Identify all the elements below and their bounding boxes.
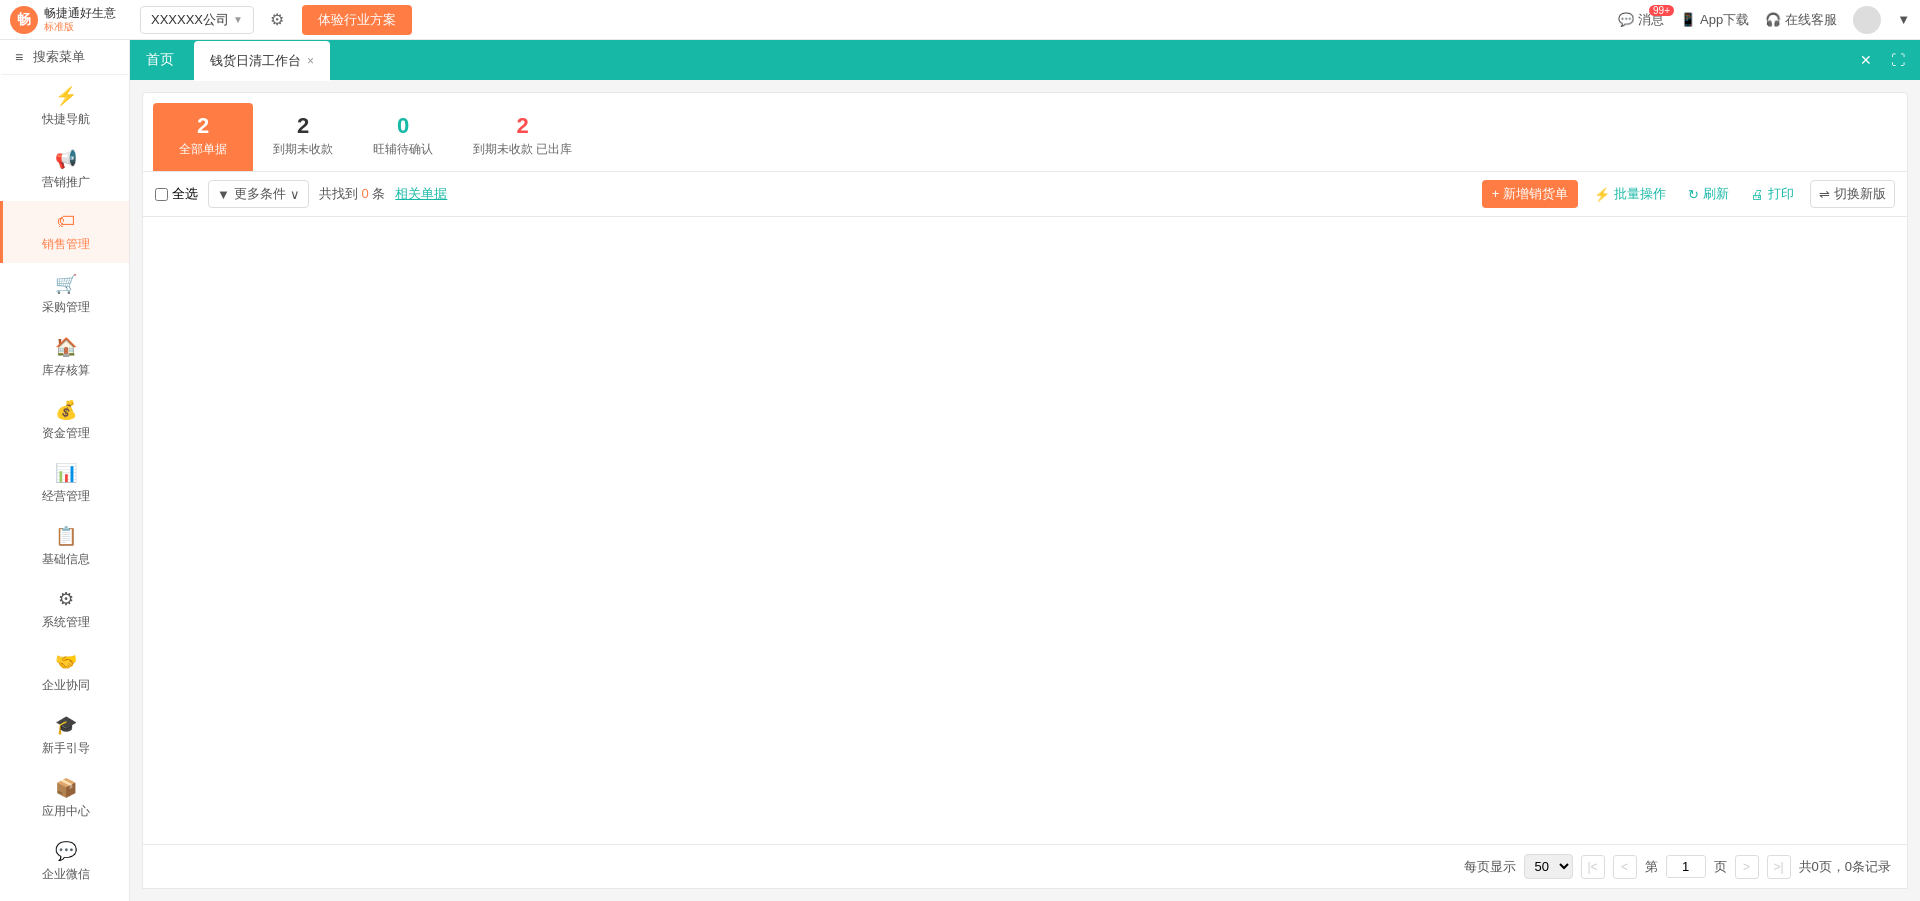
list-icon: 📋 [55, 525, 77, 547]
batch-operation-button[interactable]: ⚡ 批量操作 [1588, 181, 1672, 207]
toolbar-left: 全选 ▼ 更多条件 ∨ 共找到 0 条 相关单据 [155, 180, 447, 208]
page-size-select[interactable]: 50 [1524, 854, 1573, 879]
select-all-checkbox[interactable]: 全选 [155, 185, 198, 203]
status-tab-overdue-shipped[interactable]: 2 到期未收款 已出库 [453, 103, 592, 171]
close-window-button[interactable]: ✕ [1854, 48, 1878, 72]
sidebar-item-purchase[interactable]: 🛒 采购管理 [0, 263, 129, 326]
found-count: 共找到 0 条 [319, 185, 385, 203]
sidebar-item-operations[interactable]: 📊 经营管理 [0, 452, 129, 515]
sidebar-item-system[interactable]: ⚙ 系统管理 [0, 578, 129, 641]
print-button[interactable]: 🖨 打印 [1745, 181, 1800, 207]
settings-icon[interactable]: ⚙ [262, 5, 292, 35]
messages-button[interactable]: 💬 消息 99+ [1618, 11, 1664, 29]
online-service-button[interactable]: 🎧 在线客服 [1765, 11, 1837, 29]
filter-button[interactable]: ▼ 更多条件 ∨ [208, 180, 309, 208]
switch-version-button[interactable]: ⇌ 切换新版 [1810, 180, 1895, 208]
add-order-button[interactable]: + 新增销货单 [1482, 180, 1578, 208]
switch-icon: ⇌ [1819, 187, 1830, 202]
logo-icon: 畅 [10, 6, 38, 34]
toolbar-right: + 新增销货单 ⚡ 批量操作 ↻ 刷新 🖨 打印 ⇌ [1482, 180, 1895, 208]
sidebar-item-basic-info[interactable]: 📋 基础信息 [0, 515, 129, 578]
tab-bar-actions: ✕ ⛶ [1854, 48, 1920, 72]
sidebar-item-app-center[interactable]: 📦 应用中心 [0, 767, 129, 830]
try-industry-button[interactable]: 体验行业方案 [302, 5, 412, 35]
print-icon: 🖨 [1751, 187, 1764, 202]
toolbar: 全选 ▼ 更多条件 ∨ 共找到 0 条 相关单据 [142, 172, 1908, 217]
gear-icon: ⚙ [58, 588, 74, 610]
sidebar-item-enterprise-collab[interactable]: 🤝 企业协同 [0, 641, 129, 704]
table-area [142, 217, 1908, 845]
close-tab-icon[interactable]: × [307, 54, 314, 68]
sidebar-item-beginner-guide[interactable]: 🎓 新手引导 [0, 704, 129, 767]
sidebar-item-quick-nav[interactable]: ⚡ 快捷导航 [0, 75, 129, 138]
sales-icon: 🏷 [57, 211, 75, 232]
guide-icon: 🎓 [55, 714, 77, 736]
sidebar-item-sales[interactable]: 🏷 销售管理 [0, 201, 129, 263]
download-icon: 📱 [1680, 12, 1696, 27]
select-all-input[interactable] [155, 188, 168, 201]
avatar[interactable] [1853, 6, 1881, 34]
refresh-icon: ↻ [1688, 187, 1699, 202]
chevron-down-icon: ∨ [290, 187, 300, 202]
app-download-button[interactable]: 📱 App下载 [1680, 11, 1749, 29]
chart-icon: 📊 [55, 462, 77, 484]
sidebar-item-finance[interactable]: 💰 资金管理 [0, 389, 129, 452]
search-icon: ≡ [15, 49, 23, 65]
sidebar-item-enterprise-wechat[interactable]: 💬 企业微信 [0, 830, 129, 893]
filter-icon: ▼ [217, 187, 230, 202]
top-header: 畅 畅捷通好生意 标准版 XXXXXX公司 ▼ ⚙ 体验行业方案 💬 消息 99… [0, 0, 1920, 40]
status-tabs: 2 全部单据 2 到期未收款 0 旺辅待确认 2 到期未收款 已出库 [142, 92, 1908, 172]
status-tab-overdue[interactable]: 2 到期未收款 [253, 103, 353, 171]
company-selector[interactable]: XXXXXX公司 ▼ [140, 6, 254, 34]
lightning-icon: ⚡ [55, 85, 77, 107]
batch-icon: ⚡ [1594, 187, 1610, 202]
header-right: 💬 消息 99+ 📱 App下载 🎧 在线客服 ▼ [1618, 6, 1910, 34]
warehouse-icon: 🏠 [55, 336, 77, 358]
messages-badge: 99+ [1649, 5, 1674, 16]
page-content: 2 全部单据 2 到期未收款 0 旺辅待确认 2 到期未收款 已出库 [130, 80, 1920, 901]
chevron-down-icon: ▼ [233, 14, 243, 25]
wechat-icon: 💬 [55, 840, 77, 862]
logo-text: 畅捷通好生意 标准版 [44, 6, 116, 32]
page-number-input[interactable] [1666, 855, 1706, 878]
box-icon: 📦 [55, 777, 77, 799]
next-page-button[interactable]: > [1735, 855, 1759, 879]
main-layout: ≡ 搜索菜单 ⚡ 快捷导航 📢 营销推广 🏷 销售管理 🛒 采购管理 🏠 库存核… [0, 40, 1920, 901]
megaphone-icon: 📢 [55, 148, 77, 170]
chevron-down-icon: ▼ [1897, 12, 1910, 27]
related-orders-link[interactable]: 相关单据 [395, 185, 447, 203]
cart-icon: 🛒 [55, 273, 77, 295]
maximize-window-button[interactable]: ⛶ [1886, 48, 1910, 72]
work-bench-tab[interactable]: 钱货日清工作台 × [194, 41, 330, 81]
sidebar-item-inventory[interactable]: 🏠 库存核算 [0, 326, 129, 389]
money-icon: 💰 [55, 399, 77, 421]
message-icon: 💬 [1618, 12, 1634, 27]
status-tab-all[interactable]: 2 全部单据 [153, 103, 253, 171]
total-info: 共0页，0条记录 [1799, 858, 1891, 876]
tab-bar: 首页 钱货日清工作台 × ✕ ⛶ [130, 40, 1920, 80]
sidebar-item-marketing[interactable]: 📢 营销推广 [0, 138, 129, 201]
user-menu-button[interactable]: ▼ [1897, 12, 1910, 27]
first-page-button[interactable]: |< [1581, 855, 1605, 879]
handshake-icon: 🤝 [55, 651, 77, 673]
sidebar-item-search-menu[interactable]: ≡ 搜索菜单 [0, 40, 129, 75]
prev-page-button[interactable]: < [1613, 855, 1637, 879]
pagination: 每页显示 50 |< < 第 页 > >| 共0页，0条记录 [142, 845, 1908, 889]
sidebar-item-vip[interactable]: V 畅会员 [0, 893, 129, 901]
last-page-button[interactable]: >| [1767, 855, 1791, 879]
sidebar: ≡ 搜索菜单 ⚡ 快捷导航 📢 营销推广 🏷 销售管理 🛒 采购管理 🏠 库存核… [0, 40, 130, 901]
logo-area: 畅 畅捷通好生意 标准版 [10, 6, 140, 34]
status-tab-pending-confirm[interactable]: 0 旺辅待确认 [353, 103, 453, 171]
refresh-button[interactable]: ↻ 刷新 [1682, 181, 1735, 207]
content-area: 首页 钱货日清工作台 × ✕ ⛶ 2 全部单据 2 到期未收款 [130, 40, 1920, 901]
service-icon: 🎧 [1765, 12, 1781, 27]
home-tab[interactable]: 首页 [130, 40, 190, 80]
